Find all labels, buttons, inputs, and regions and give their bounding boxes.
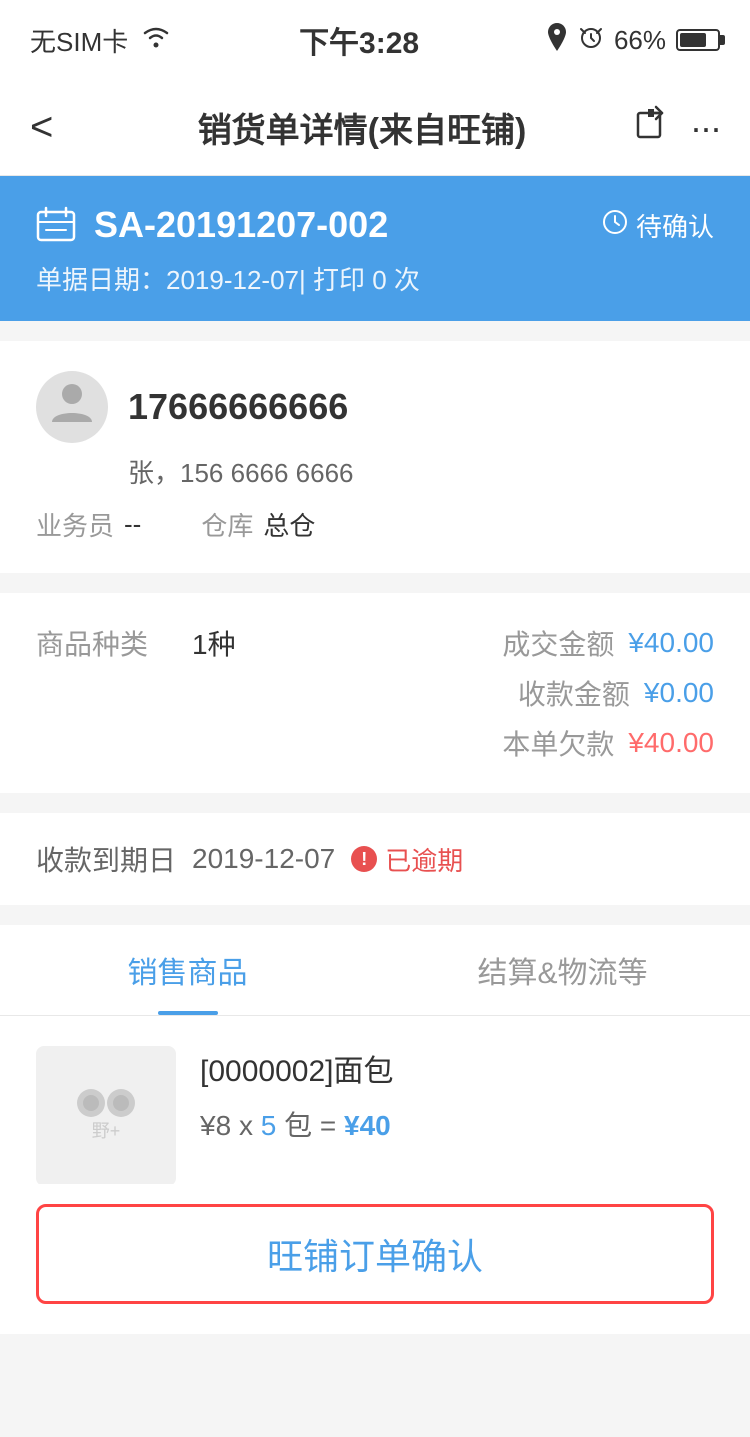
goods-type-value: 1种: [192, 623, 236, 663]
summary-right: 成交金额 ¥40.00 收款金额 ¥0.00 本单欠款 ¥40.00: [502, 623, 714, 763]
product-code: [0000002]: [200, 1055, 333, 1088]
date-label: 单据日期：: [36, 265, 166, 295]
confirm-order-button[interactable]: 旺铺订单确认: [36, 1204, 714, 1304]
order-id-text: SA-20191207-002: [94, 204, 388, 246]
more-button[interactable]: ···: [690, 107, 720, 149]
duedate-card: 收款到期日 2019-12-07 ! 已逾期: [0, 813, 750, 905]
order-date: 2019-12-07: [166, 265, 299, 295]
status-bar: 无SIM卡 下午3:28 66%: [0, 0, 750, 80]
order-status-text: 待确认: [636, 207, 714, 244]
status-time: 下午3:28: [299, 18, 419, 62]
customer-card: 17666666666 张，156 6666 6666 业务员 -- 仓库 总仓: [0, 341, 750, 573]
received-label: 收款金额: [518, 673, 630, 713]
avatar-icon: [48, 378, 96, 436]
battery-icon: [676, 29, 720, 51]
sales-label: 业务员: [36, 506, 114, 543]
nav-actions: ···: [634, 105, 720, 150]
product-price: ¥8 x 5 包 = ¥40: [200, 1104, 714, 1144]
nav-bar: < 销货单详情(来自旺铺) ···: [0, 80, 750, 176]
summary-left: 商品种类 1种: [36, 623, 236, 663]
equals-sign: =: [320, 1110, 344, 1141]
sales-value: --: [124, 509, 141, 540]
clock-icon: [602, 209, 628, 242]
owed-value: ¥40.00: [628, 727, 714, 759]
warehouse-label: 仓库: [201, 506, 253, 543]
tab-products-label: 销售商品: [128, 948, 248, 992]
deal-amount-value: ¥40.00: [628, 627, 714, 659]
page-title: 销货单详情(来自旺铺): [198, 103, 527, 152]
print-info: | 打印 0 次: [299, 265, 420, 295]
overdue-badge: ! 已逾期: [351, 841, 463, 878]
status-left: 无SIM卡: [30, 22, 172, 59]
bottom-bar: 旺铺订单确认: [0, 1184, 750, 1334]
tabs-bar: 销售商品 结算&物流等: [0, 925, 750, 1016]
tab-settlement[interactable]: 结算&物流等: [375, 925, 750, 1015]
owed-label: 本单欠款: [502, 723, 614, 763]
status-right: 66%: [546, 23, 720, 58]
overdue-text: 已逾期: [385, 841, 463, 878]
carrier-text: 无SIM卡: [30, 22, 128, 59]
order-id: SA-20191207-002: [36, 204, 388, 246]
tab-settlement-label: 结算&物流等: [477, 948, 647, 992]
goods-type-row: 商品种类 1种: [36, 623, 236, 663]
share-button[interactable]: [634, 105, 670, 150]
alarm-icon: [578, 24, 604, 57]
sales-meta: 业务员 --: [36, 506, 141, 543]
back-button[interactable]: <: [30, 105, 90, 150]
location-icon: [546, 23, 568, 58]
goods-type-label: 商品种类: [36, 623, 176, 663]
quantity: 5: [261, 1110, 277, 1141]
product-name: [0000002]面包: [200, 1046, 714, 1090]
customer-meta: 业务员 -- 仓库 总仓: [36, 506, 714, 543]
product-thumbnail: 野+: [36, 1046, 176, 1186]
product-name-text: 面包: [333, 1055, 393, 1088]
customer-phone: 17666666666: [128, 386, 348, 428]
customer-row: 17666666666: [36, 371, 714, 443]
multiply-sign: x: [239, 1110, 261, 1141]
customer-name: 张，156 6666 6666: [128, 453, 714, 490]
order-status: 待确认: [602, 207, 714, 244]
unit-price: ¥8: [200, 1110, 231, 1141]
deal-amount-label: 成交金额: [502, 623, 614, 663]
svg-text:野+: 野+: [92, 1121, 121, 1141]
warehouse-value: 总仓: [263, 506, 315, 543]
owed-row: 本单欠款 ¥40.00: [502, 723, 714, 763]
deal-amount-row: 成交金额 ¥40.00: [502, 623, 714, 663]
order-icon: [36, 206, 80, 244]
total-price: ¥40: [344, 1110, 391, 1141]
order-id-row: SA-20191207-002 待确认: [36, 204, 714, 246]
order-header-card: SA-20191207-002 待确认 单据日期：2019-12-07| 打印 …: [0, 176, 750, 321]
received-value: ¥0.00: [644, 677, 714, 709]
order-date-row: 单据日期：2019-12-07| 打印 0 次: [36, 260, 714, 297]
unit: 包: [284, 1110, 312, 1141]
warehouse-meta: 仓库 总仓: [201, 506, 315, 543]
received-row: 收款金额 ¥0.00: [518, 673, 714, 713]
tabs-container: 销售商品 结算&物流等 野+: [0, 925, 750, 1217]
product-info: [0000002]面包 ¥8 x 5 包 = ¥40: [200, 1046, 714, 1144]
battery-text: 66%: [614, 25, 666, 56]
wifi-icon: [140, 25, 172, 56]
tab-products[interactable]: 销售商品: [0, 925, 375, 1015]
tab-active-indicator: [158, 1011, 218, 1015]
due-date-value: 2019-12-07: [192, 843, 335, 875]
summary-card: 商品种类 1种 成交金额 ¥40.00 收款金额 ¥0.00 本单欠款 ¥40.…: [0, 593, 750, 793]
avatar: [36, 371, 108, 443]
overdue-icon: !: [351, 846, 377, 872]
due-date-label: 收款到期日: [36, 839, 176, 879]
product-logo-icon: 野+: [61, 1075, 151, 1157]
